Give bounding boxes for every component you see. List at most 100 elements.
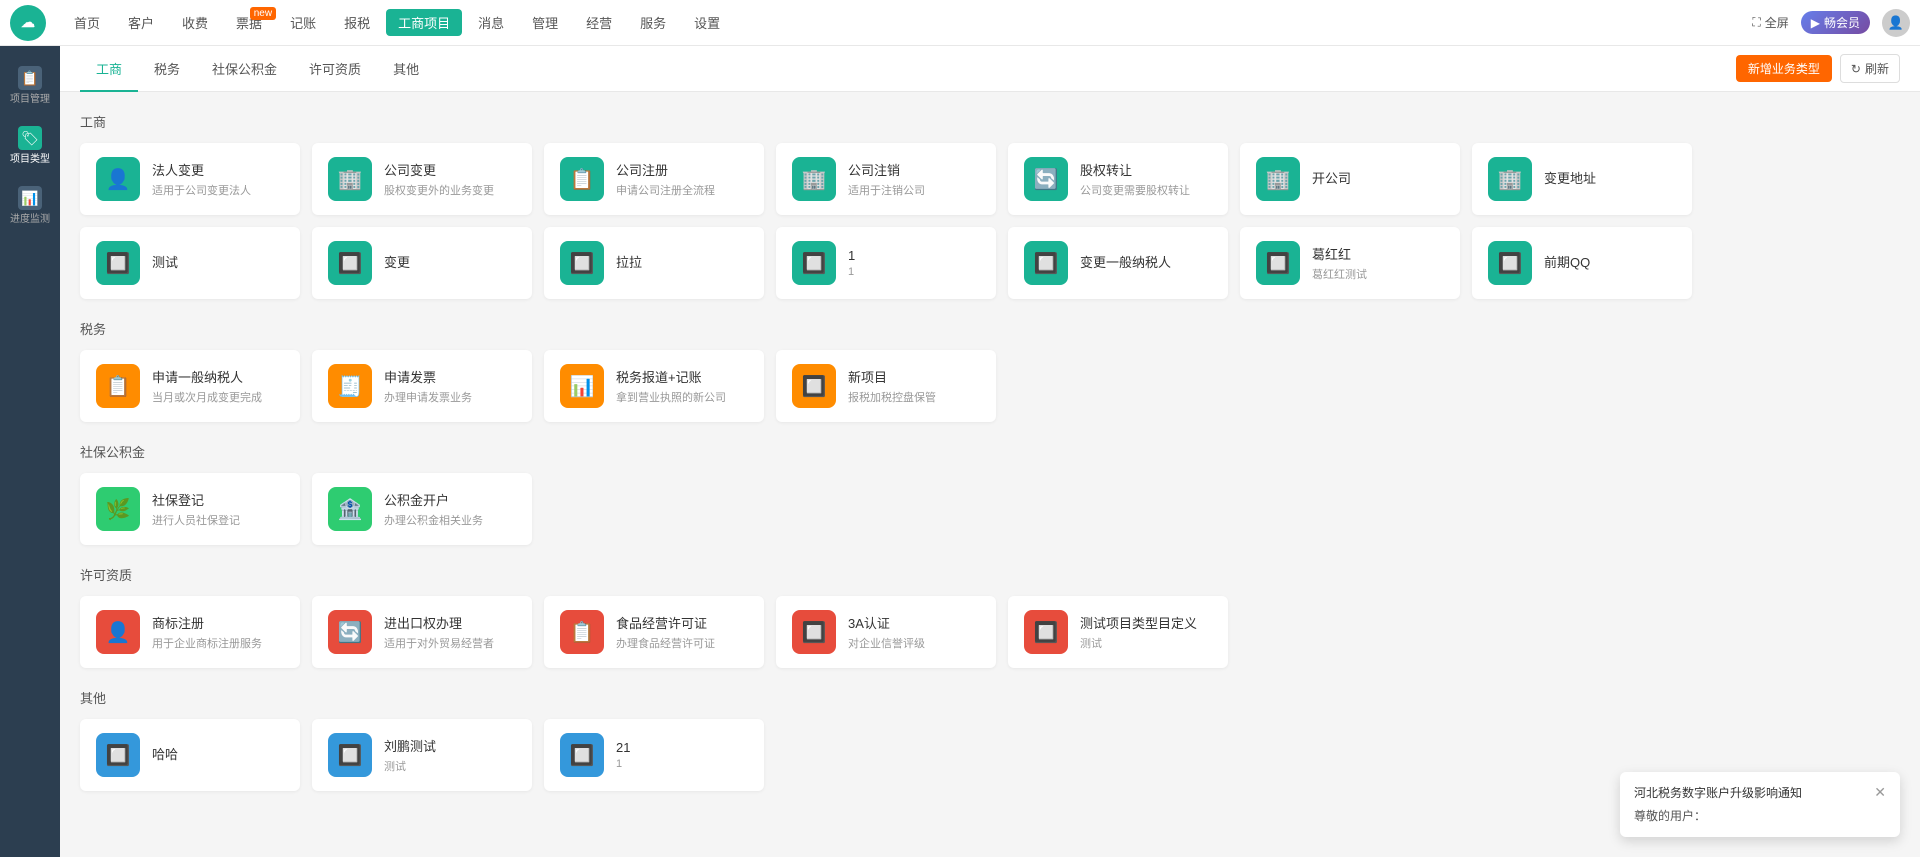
card-icon-fund-open: 🏦 — [328, 487, 372, 531]
card-title-legal-change: 法人变更 — [152, 160, 284, 179]
card-title-3a-cert: 3A认证 — [848, 613, 980, 632]
refresh-button[interactable]: ↻ 刷新 — [1840, 54, 1900, 83]
nav-item-home[interactable]: 首页 — [62, 9, 112, 36]
card-company-change[interactable]: 🏢 公司变更 股权变更外的业务变更 — [312, 143, 532, 215]
user-avatar[interactable]: 👤 — [1882, 9, 1910, 37]
card-text-company-register: 公司注册 申请公司注册全流程 — [616, 160, 748, 198]
nav-item-messages[interactable]: 消息 — [466, 9, 516, 36]
card-desc-test-project-type: 测试 — [1080, 635, 1212, 651]
sidebar-label-project-type: 项目类型 — [10, 154, 50, 166]
card-title-apply-taxpayer: 申请一般纳税人 — [152, 367, 284, 386]
tab-tax[interactable]: 税务 — [138, 46, 196, 92]
card-haha[interactable]: 🔲 哈哈 — [80, 719, 300, 791]
card-fund-open[interactable]: 🏦 公积金开户 办理公积金相关业务 — [312, 473, 532, 545]
notification-header: 河北税务数字账户升级影响通知 ✕ — [1634, 784, 1886, 801]
card-title-test: 测试 — [152, 252, 284, 271]
add-type-button[interactable]: 新增业务类型 — [1736, 55, 1832, 82]
card-test-project-type[interactable]: 🔲 测试项目类型目定义 测试 — [1008, 596, 1228, 668]
card-icon-test-project-type: 🔲 — [1024, 610, 1068, 654]
card-change-taxpayer[interactable]: 🔲 变更一般纳税人 — [1008, 227, 1228, 299]
card-test[interactable]: 🔲 测试 — [80, 227, 300, 299]
card-desc-company-change: 股权变更外的业务变更 — [384, 182, 516, 198]
card-title-tax-report-accounting: 税务报道+记账 — [616, 367, 748, 386]
card-desc-twenty-one: 1 — [616, 758, 748, 770]
card-text-lala: 拉拉 — [616, 252, 748, 274]
tax-cards-grid: 📋 申请一般纳税人 当月或次月成变更完成 🧾 申请发票 办理申请发票业务 📊 税… — [80, 350, 1900, 422]
tab-other[interactable]: 其他 — [377, 46, 435, 92]
nav-badge-tickets: new — [250, 7, 276, 20]
nav-item-tickets[interactable]: 票据new — [224, 9, 274, 36]
card-text-new-project: 新项目 报税加税控盘保管 — [848, 367, 980, 405]
card-desc-equity-transfer: 公司变更需要股权转让 — [1080, 182, 1212, 198]
nav-item-settings[interactable]: 设置 — [682, 9, 732, 36]
card-title-company-cancel: 公司注销 — [848, 160, 980, 179]
notification-close-button[interactable]: ✕ — [1874, 784, 1886, 801]
card-twenty-one[interactable]: 🔲 21 1 — [544, 719, 764, 791]
card-icon-social-register: 🌿 — [96, 487, 140, 531]
nav-item-services[interactable]: 服务 — [628, 9, 678, 36]
card-liupeng-test[interactable]: 🔲 刘鹏测试 测试 — [312, 719, 532, 791]
card-trademark[interactable]: 👤 商标注册 用于企业商标注册服务 — [80, 596, 300, 668]
card-icon-change: 🔲 — [328, 241, 372, 285]
card-text-change-taxpayer: 变更一般纳税人 — [1080, 252, 1212, 274]
card-title-liupeng-test: 刘鹏测试 — [384, 736, 516, 755]
card-open-company[interactable]: 🏢 开公司 — [1240, 143, 1460, 215]
tab-biz[interactable]: 工商 — [80, 46, 138, 92]
sidebar-label-project-mgmt: 项目管理 — [10, 94, 50, 106]
card-icon-change-address: 🏢 — [1488, 157, 1532, 201]
nav-item-management[interactable]: 管理 — [520, 9, 570, 36]
card-one[interactable]: 🔲 1 1 — [776, 227, 996, 299]
card-3a-cert[interactable]: 🔲 3A认证 对企业信誉评级 — [776, 596, 996, 668]
tab-social[interactable]: 社保公积金 — [196, 46, 293, 92]
card-import-export[interactable]: 🔄 进出口权办理 适用于对外贸易经营者 — [312, 596, 532, 668]
sidebar-item-project-type[interactable]: 🏷 项目类型 — [0, 116, 60, 176]
card-icon-import-export: 🔄 — [328, 610, 372, 654]
card-new-project[interactable]: 🔲 新项目 报税加税控盘保管 — [776, 350, 996, 422]
logo-icon: ☁ — [21, 14, 35, 31]
card-company-register[interactable]: 📋 公司注册 申请公司注册全流程 — [544, 143, 764, 215]
card-ge-hong-hong[interactable]: 🔲 葛红红 葛红红测试 — [1240, 227, 1460, 299]
card-icon-test: 🔲 — [96, 241, 140, 285]
card-title-change-taxpayer: 变更一般纳税人 — [1080, 252, 1212, 271]
card-title-one: 1 — [848, 248, 980, 263]
card-equity-transfer[interactable]: 🔄 股权转让 公司变更需要股权转让 — [1008, 143, 1228, 215]
card-lala[interactable]: 🔲 拉拉 — [544, 227, 764, 299]
card-title-trademark: 商标注册 — [152, 613, 284, 632]
card-apply-taxpayer[interactable]: 📋 申请一般纳税人 当月或次月成变更完成 — [80, 350, 300, 422]
card-qianqi-qq[interactable]: 🔲 前期QQ — [1472, 227, 1692, 299]
card-legal-change[interactable]: 👤 法人变更 适用于公司变更法人 — [80, 143, 300, 215]
nav-item-tax[interactable]: 报税 — [332, 9, 382, 36]
tab-license[interactable]: 许可资质 — [293, 46, 377, 92]
nav-item-bizproject[interactable]: 工商项目 — [386, 9, 462, 36]
card-icon-food-license: 📋 — [560, 610, 604, 654]
nav-item-accounting[interactable]: 记账 — [278, 9, 328, 36]
main-content: 工商税务社保公积金许可资质其他 新增业务类型 ↻ 刷新 工商 👤 法人变更 适用… — [60, 46, 1920, 857]
card-desc-import-export: 适用于对外贸易经营者 — [384, 635, 516, 651]
card-icon-ge-hong-hong: 🔲 — [1256, 241, 1300, 285]
card-desc-company-cancel: 适用于注销公司 — [848, 182, 980, 198]
card-title-lala: 拉拉 — [616, 252, 748, 271]
card-title-new-project: 新项目 — [848, 367, 980, 386]
nav-item-operations[interactable]: 经营 — [574, 9, 624, 36]
fullscreen-btn[interactable]: ⛶ 全屏 — [1752, 14, 1788, 31]
refresh-label: 刷新 — [1865, 60, 1889, 77]
card-title-qianqi-qq: 前期QQ — [1544, 252, 1676, 271]
card-company-cancel[interactable]: 🏢 公司注销 适用于注销公司 — [776, 143, 996, 215]
card-apply-invoice[interactable]: 🧾 申请发票 办理申请发票业务 — [312, 350, 532, 422]
card-text-ge-hong-hong: 葛红红 葛红红测试 — [1312, 244, 1444, 282]
nav-item-billing[interactable]: 收费 — [170, 9, 220, 36]
tax-section-title: 税务 — [80, 319, 1900, 338]
vip-button[interactable]: ▶ 畅会员 — [1801, 11, 1870, 34]
card-title-ge-hong-hong: 葛红红 — [1312, 244, 1444, 263]
sidebar-item-progress-monitor[interactable]: 📊 进度监测 — [0, 176, 60, 236]
card-tax-report-accounting[interactable]: 📊 税务报道+记账 拿到营业执照的新公司 — [544, 350, 764, 422]
card-food-license[interactable]: 📋 食品经营许可证 办理食品经营许可证 — [544, 596, 764, 668]
card-change-address[interactable]: 🏢 变更地址 — [1472, 143, 1692, 215]
nav-item-customer[interactable]: 客户 — [116, 9, 166, 36]
biz-section-title: 工商 — [80, 112, 1900, 131]
card-change[interactable]: 🔲 变更 — [312, 227, 532, 299]
card-social-register[interactable]: 🌿 社保登记 进行人员社保登记 — [80, 473, 300, 545]
app-logo[interactable]: ☁ — [10, 5, 46, 41]
sidebar-item-project-mgmt[interactable]: 📋 项目管理 — [0, 56, 60, 116]
card-desc-new-project: 报税加税控盘保管 — [848, 389, 980, 405]
